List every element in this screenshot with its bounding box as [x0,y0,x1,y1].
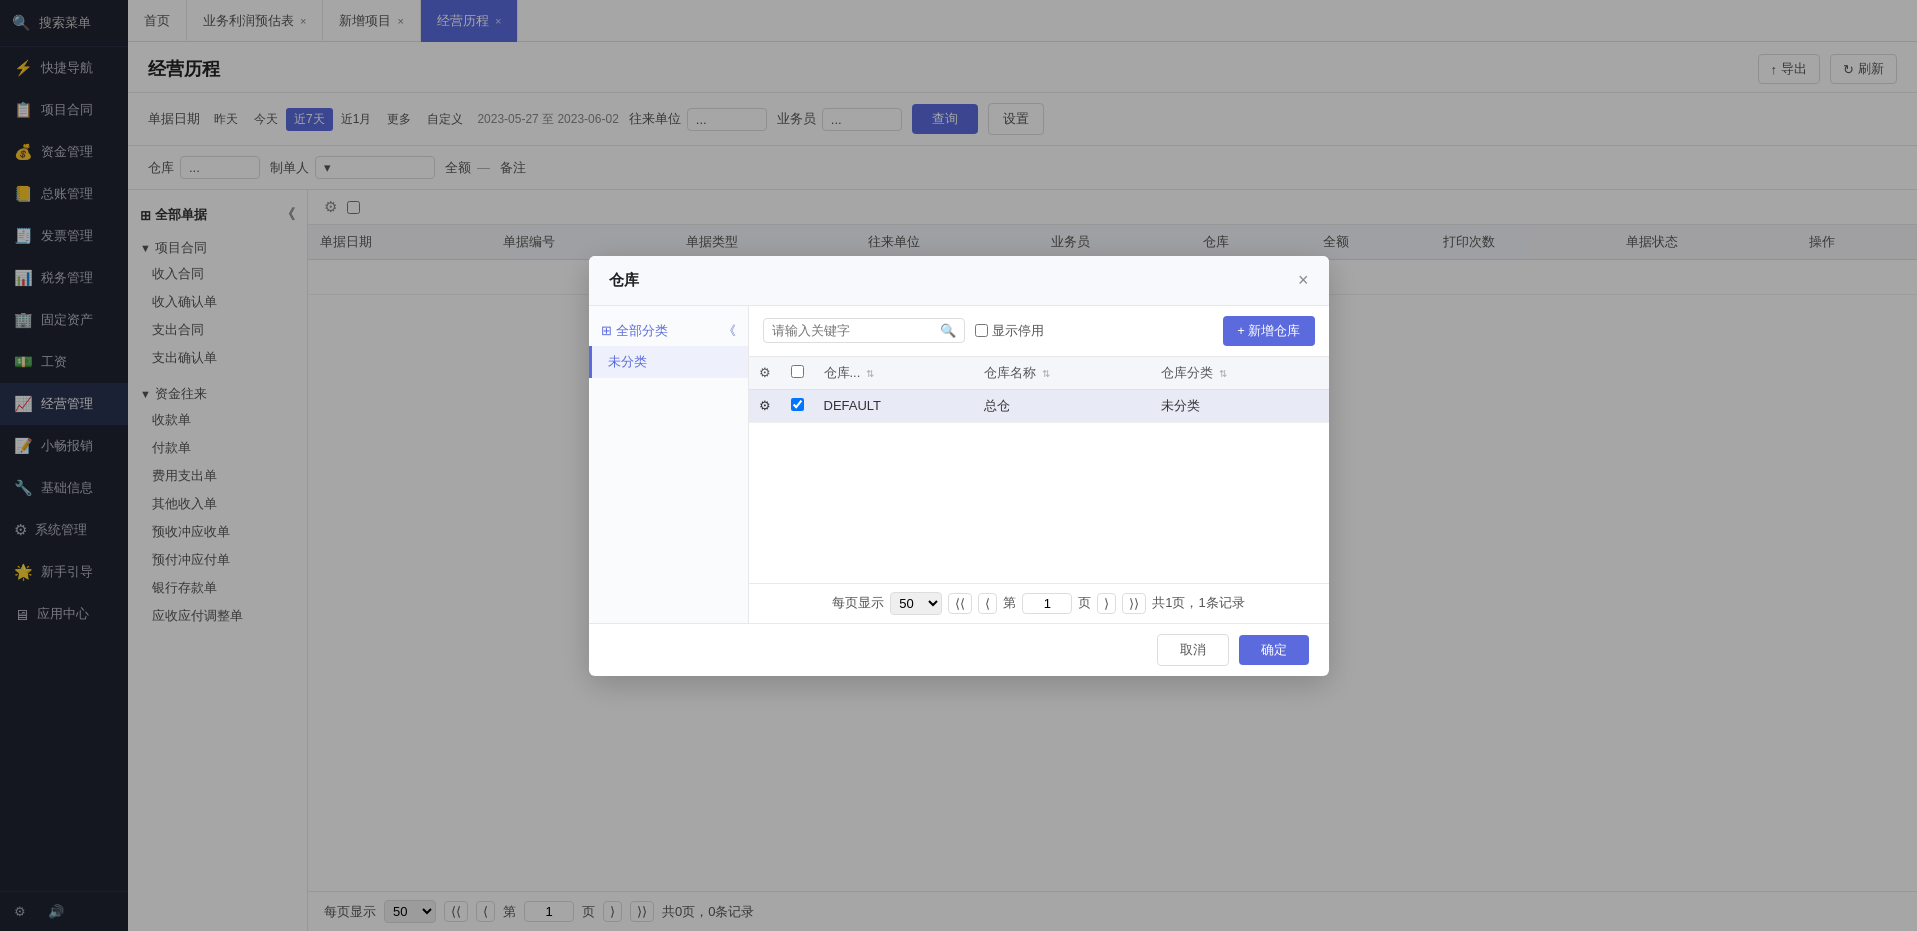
dialog-right-panel: 🔍 显示停用 + 新增仓库 ⚙ [749,306,1329,623]
warehouse-table-row[interactable]: ⚙ DEFAULT 总仓 未分类 [749,389,1329,422]
row-check[interactable] [781,389,814,422]
row-code: DEFAULT [814,389,975,422]
dialog-first-btn[interactable]: ⟨⟨ [948,593,972,614]
dialog-body: ⊞ 全部分类 《 未分类 🔍 [589,306,1329,623]
col-category[interactable]: 仓库分类 ⇅ [1151,357,1328,390]
col-category-sort-icon: ⇅ [1219,368,1227,379]
dialog-page-unit: 页 [1078,594,1091,612]
row-category: 未分类 [1151,389,1328,422]
dialog-search-box[interactable]: 🔍 [763,318,965,343]
dialog-show-disabled-checkbox[interactable] [975,324,988,337]
dialog-pagination: 每页显示 50 100 ⟨⟨ ⟨ 第 页 ⟩ ⟩⟩ 共1页，1条记录 [749,583,1329,623]
dialog-left-all-label: 全部分类 [616,322,668,340]
col-code-sort-icon: ⇅ [866,368,874,379]
dialog-show-disabled-label[interactable]: 显示停用 [975,322,1044,340]
warehouse-dialog: 仓库 × ⊞ 全部分类 《 未分类 [589,256,1329,676]
dialog-close-button[interactable]: × [1298,270,1309,291]
row-settings: ⚙ [749,389,781,422]
dialog-header: 仓库 × [589,256,1329,306]
col-name[interactable]: 仓库名称 ⇅ [974,357,1151,390]
dialog-left-item-unclassified[interactable]: 未分类 [589,346,748,378]
dialog-page-input[interactable] [1022,593,1072,614]
warehouse-table: ⚙ 仓库... ⇅ 仓库名称 ⇅ [749,357,1329,423]
dialog-left-header[interactable]: ⊞ 全部分类 《 [589,316,748,346]
confirm-button[interactable]: 确定 [1239,635,1309,665]
dialog-page-size-label: 每页显示 [832,594,884,612]
cancel-button[interactable]: 取消 [1157,634,1229,666]
col-name-label: 仓库名称 [984,365,1036,380]
dialog-left-all-icon: ⊞ [601,323,612,338]
col-check [781,357,814,390]
dialog-overlay: 仓库 × ⊞ 全部分类 《 未分类 [0,0,1917,931]
col-category-label: 仓库分类 [1161,365,1213,380]
col-name-sort-icon: ⇅ [1042,368,1050,379]
col-settings: ⚙ [749,357,781,390]
dialog-page-size-select[interactable]: 50 100 [890,592,942,615]
row-checkbox[interactable] [791,398,804,411]
col-code[interactable]: 仓库... ⇅ [814,357,975,390]
dialog-last-btn[interactable]: ⟩⟩ [1122,593,1146,614]
dialog-total: 共1页，1条记录 [1152,594,1244,612]
dialog-left-collapse-icon[interactable]: 《 [723,322,736,340]
dialog-title: 仓库 [609,271,639,290]
dialog-prev-btn[interactable]: ⟨ [978,593,997,614]
dialog-left-panel: ⊞ 全部分类 《 未分类 [589,306,749,623]
dialog-next-btn[interactable]: ⟩ [1097,593,1116,614]
col-code-label: 仓库... [824,365,861,380]
row-name: 总仓 [974,389,1151,422]
dialog-search-icon: 🔍 [940,323,956,338]
dialog-search-input[interactable] [772,323,940,338]
dialog-left-item-unclassified-label: 未分类 [608,354,647,369]
dialog-show-disabled-text: 显示停用 [992,322,1044,340]
dialog-right-toolbar: 🔍 显示停用 + 新增仓库 [749,306,1329,357]
dialog-actions: 取消 确定 [589,623,1329,676]
dialog-page-label: 第 [1003,594,1016,612]
dialog-table: ⚙ 仓库... ⇅ 仓库名称 ⇅ [749,357,1329,583]
table-all-check[interactable] [791,365,804,378]
add-warehouse-button[interactable]: + 新增仓库 [1223,316,1314,346]
